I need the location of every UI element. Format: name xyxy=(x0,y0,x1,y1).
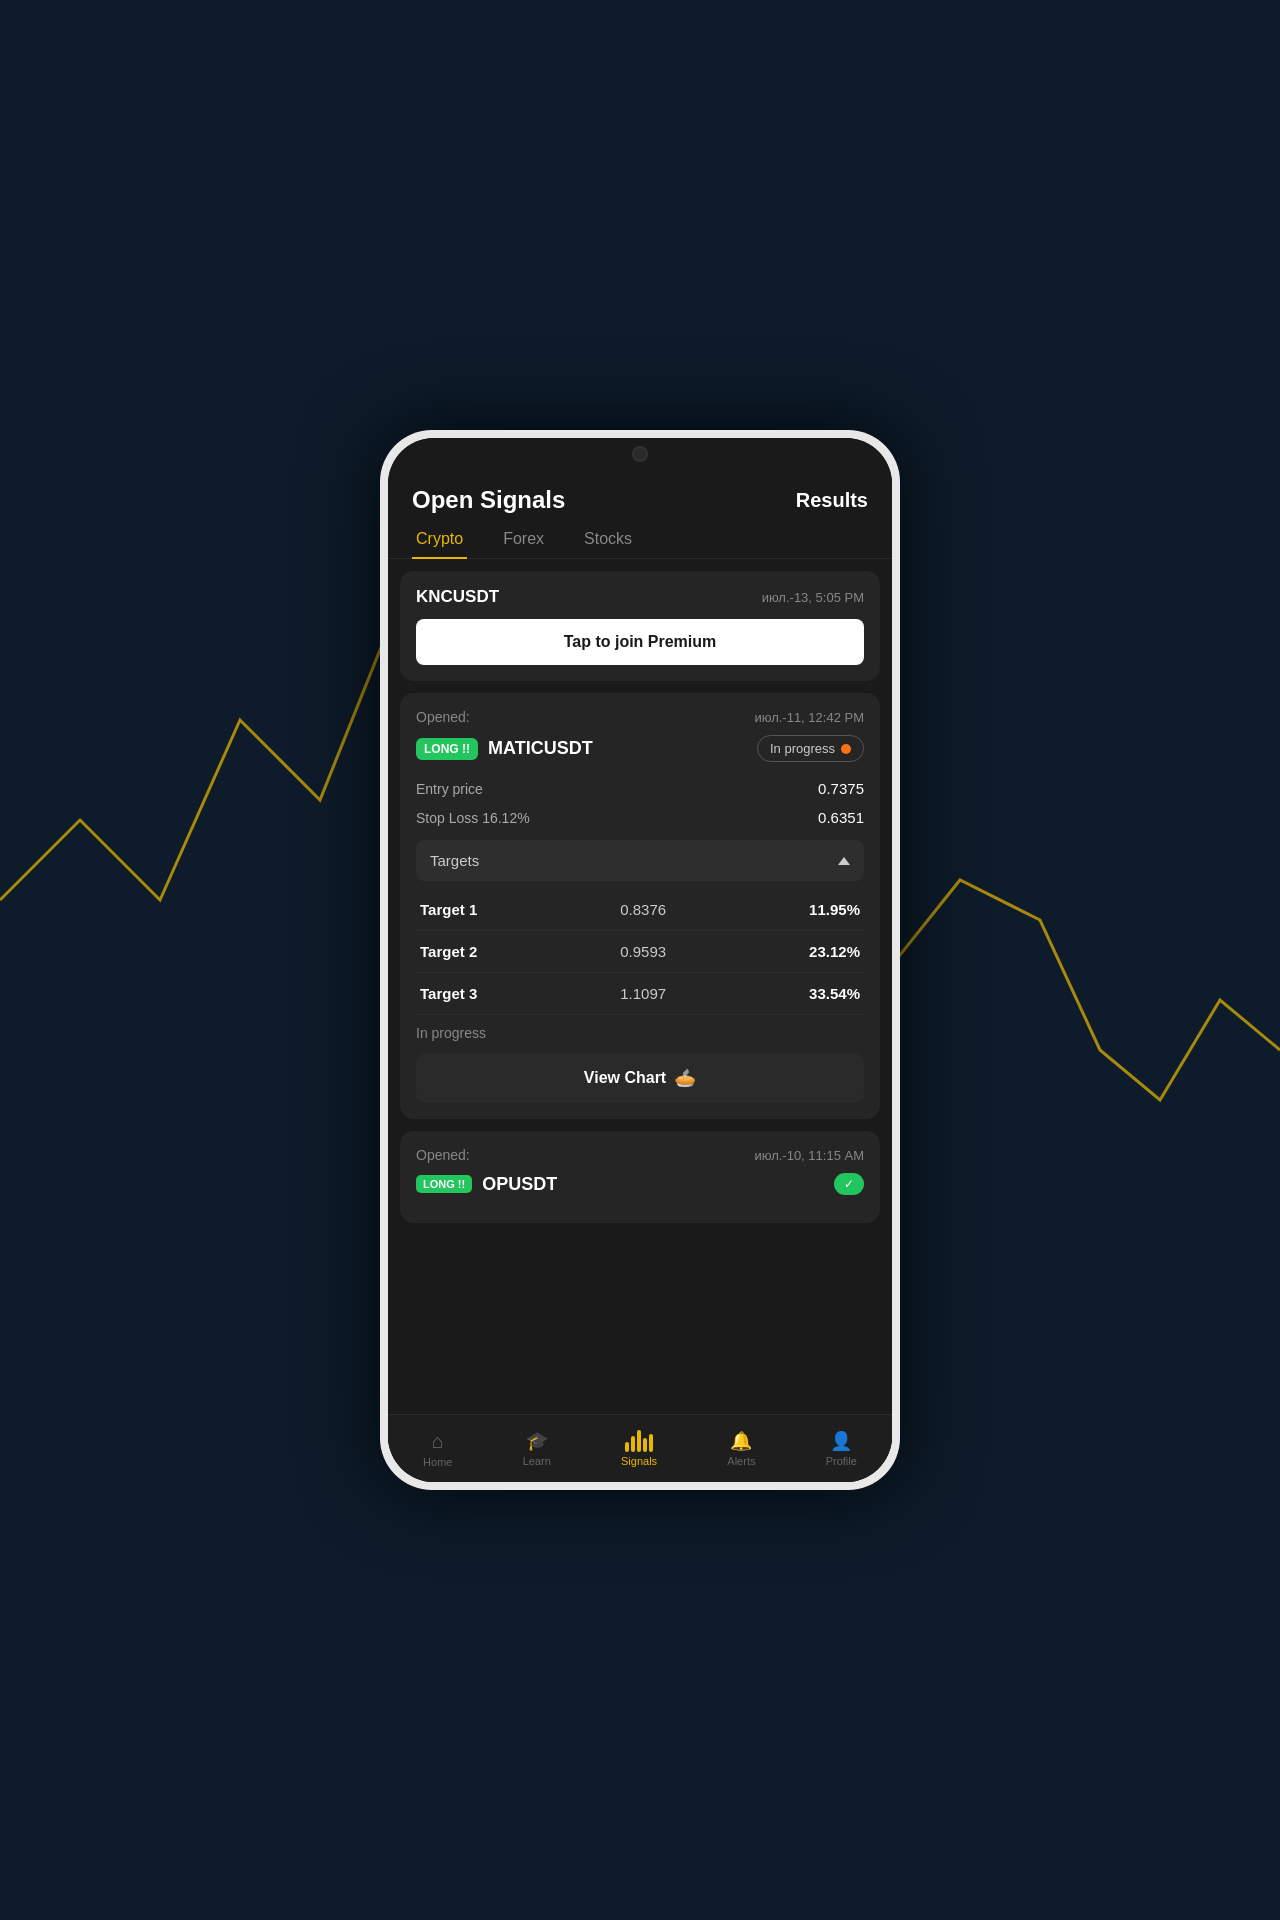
card3-coin: OPUSDT xyxy=(482,1174,557,1195)
in-progress-label: In progress xyxy=(770,741,835,756)
nav-learn-label: Learn xyxy=(523,1455,551,1467)
nav-learn[interactable]: 🎓 Learn xyxy=(511,1426,563,1471)
nav-alerts-label: Alerts xyxy=(727,1455,755,1467)
bar2 xyxy=(631,1436,635,1452)
card2-coin: MATICUSDT xyxy=(488,738,593,759)
target-3-row: Target 3 1.1097 33.54% xyxy=(416,973,864,1015)
bottom-navigation: ⌂ Home 🎓 Learn Signals xyxy=(388,1414,892,1482)
tab-stocks[interactable]: Stocks xyxy=(580,522,636,558)
signal-card-opusdt: Opened: июл.-10, 11:15 AM LONG !! OPUSDT… xyxy=(400,1131,880,1223)
entry-price-value: 0.7375 xyxy=(818,780,864,797)
premium-button[interactable]: Tap to join Premium xyxy=(416,619,864,665)
nav-signals[interactable]: Signals xyxy=(609,1426,669,1471)
in-progress-dot xyxy=(841,744,851,754)
targets-label: Targets xyxy=(430,852,479,869)
signals-icon xyxy=(625,1430,653,1452)
bar4 xyxy=(643,1438,647,1452)
nav-home-label: Home xyxy=(423,1456,452,1468)
signals-list[interactable]: KNCUSDT июл.-13, 5:05 PM Tap to join Pre… xyxy=(388,571,892,1414)
card3-opened-date: июл.-10, 11:15 AM xyxy=(754,1148,864,1163)
stop-loss-row: Stop Loss 16.12% 0.6351 xyxy=(416,803,864,832)
target-1-price: 0.8376 xyxy=(620,901,666,918)
target-2-name: Target 2 xyxy=(420,943,477,960)
view-chart-button[interactable]: View Chart 🥧 xyxy=(416,1053,864,1103)
page-title: Open Signals xyxy=(412,486,565,514)
targets-toggle[interactable]: Targets xyxy=(416,840,864,881)
target-1-pct: 11.95% xyxy=(809,901,860,918)
in-progress-badge: In progress xyxy=(757,735,864,762)
entry-price-label: Entry price xyxy=(416,781,483,797)
phone-frame: Open Signals Results Crypto Forex Stocks… xyxy=(380,430,900,1490)
nav-profile[interactable]: 👤 Profile xyxy=(814,1426,869,1471)
home-icon: ⌂ xyxy=(432,1430,444,1453)
card2-opened-label: Opened: xyxy=(416,709,470,725)
long-badge: LONG !! xyxy=(416,738,478,760)
target-2-row: Target 2 0.9593 23.12% xyxy=(416,931,864,973)
target-1-row: Target 1 0.8376 11.95% xyxy=(416,889,864,931)
bar1 xyxy=(625,1442,629,1452)
camera-notch xyxy=(632,446,648,462)
signal-card-kncusdt: KNCUSDT июл.-13, 5:05 PM Tap to join Pre… xyxy=(400,571,880,681)
card1-symbol: KNCUSDT xyxy=(416,587,499,607)
card3-status-badge: ✓ xyxy=(834,1173,864,1195)
phone-screen: Open Signals Results Crypto Forex Stocks… xyxy=(388,438,892,1482)
learn-icon: 🎓 xyxy=(526,1430,548,1452)
alerts-icon: 🔔 xyxy=(730,1430,752,1452)
card3-header: Opened: июл.-10, 11:15 AM xyxy=(416,1147,864,1163)
view-chart-label: View Chart xyxy=(584,1069,666,1087)
card1-date: июл.-13, 5:05 PM xyxy=(762,590,864,605)
target-2-price: 0.9593 xyxy=(620,943,666,960)
stop-loss-label: Stop Loss 16.12% xyxy=(416,810,530,826)
card3-long-badge: LONG !! xyxy=(416,1175,472,1193)
in-progress-status-text: In progress xyxy=(416,1015,864,1045)
card3-name-row: LONG !! OPUSDT ✓ xyxy=(416,1173,864,1195)
target-2-pct: 23.12% xyxy=(809,943,860,960)
card2-opened-date: июл.-11, 12:42 PM xyxy=(754,710,864,725)
bar3 xyxy=(637,1430,641,1452)
tab-crypto[interactable]: Crypto xyxy=(412,522,467,558)
card1-header: KNCUSDT июл.-13, 5:05 PM xyxy=(416,587,864,607)
card2-opened-row: Opened: июл.-11, 12:42 PM xyxy=(416,709,864,725)
stop-loss-value: 0.6351 xyxy=(818,809,864,826)
chevron-up-icon xyxy=(838,857,850,865)
nav-profile-label: Profile xyxy=(826,1455,857,1467)
nav-alerts[interactable]: 🔔 Alerts xyxy=(715,1426,767,1471)
tab-bar: Crypto Forex Stocks xyxy=(388,522,892,559)
chart-icon: 🥧 xyxy=(674,1067,696,1089)
target-3-price: 1.1097 xyxy=(620,985,666,1002)
entry-price-row: Entry price 0.7375 xyxy=(416,774,864,803)
nav-signals-label: Signals xyxy=(621,1455,657,1467)
status-bar xyxy=(388,438,892,470)
bar5 xyxy=(649,1434,653,1452)
target-3-pct: 33.54% xyxy=(809,985,860,1002)
target-1-name: Target 1 xyxy=(420,901,477,918)
target-3-name: Target 3 xyxy=(420,985,477,1002)
results-button[interactable]: Results xyxy=(796,489,868,512)
card2-name-left: LONG !! MATICUSDT xyxy=(416,738,593,760)
card2-name-row: LONG !! MATICUSDT In progress xyxy=(416,735,864,762)
tab-forex[interactable]: Forex xyxy=(499,522,548,558)
screen-content: Open Signals Results Crypto Forex Stocks… xyxy=(388,470,892,1482)
card3-opened-label: Opened: xyxy=(416,1147,470,1163)
page-header: Open Signals Results xyxy=(388,470,892,522)
profile-icon: 👤 xyxy=(830,1430,852,1452)
nav-home[interactable]: ⌂ Home xyxy=(411,1426,464,1472)
signal-card-maticusdt: Opened: июл.-11, 12:42 PM LONG !! MATICU… xyxy=(400,693,880,1119)
